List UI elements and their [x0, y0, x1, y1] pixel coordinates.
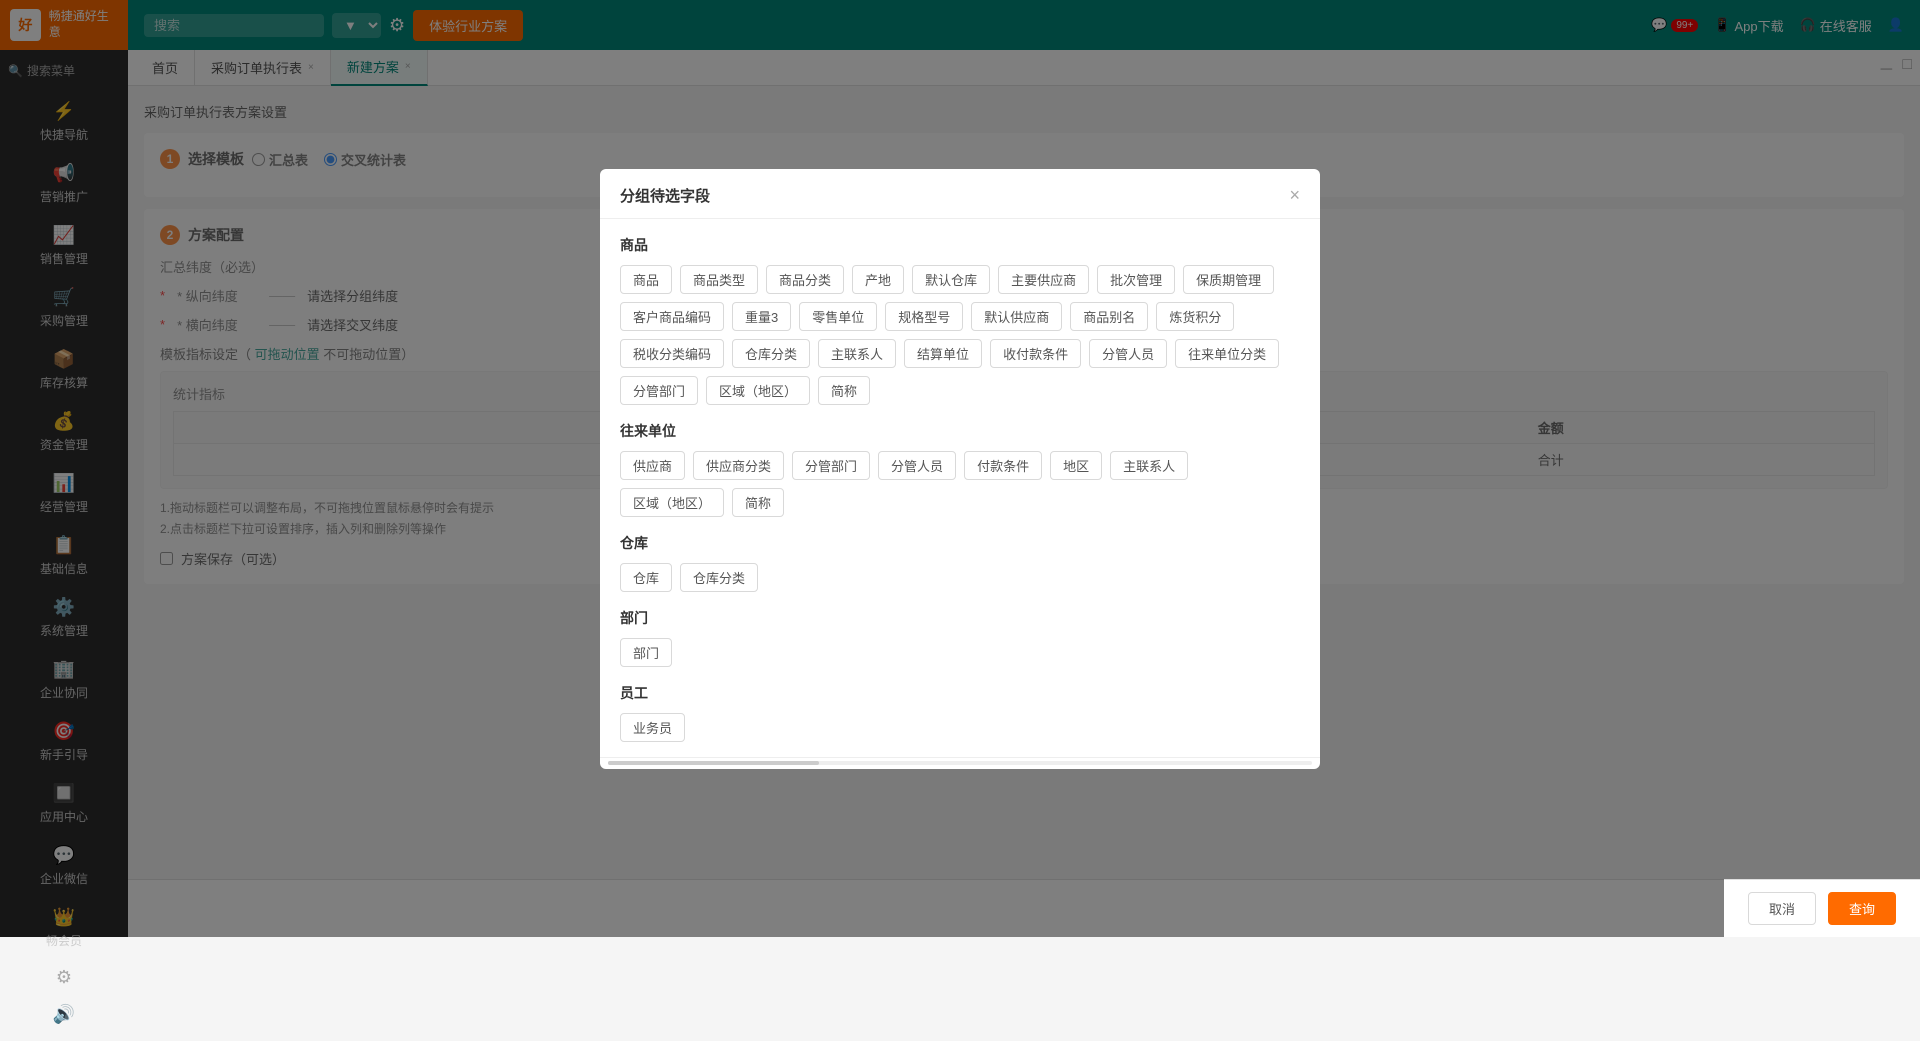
field-tag-商品[interactable]: 商品	[620, 265, 672, 294]
field-tag-区域（地区）[interactable]: 区域（地区）	[620, 488, 724, 517]
bottom-cancel-btn[interactable]: 取消	[1748, 892, 1816, 925]
group-title-goods: 商品	[620, 235, 1300, 255]
field-tag-产地[interactable]: 产地	[852, 265, 904, 294]
field-tag-炼货积分[interactable]: 炼货积分	[1156, 302, 1234, 331]
field-tag-结算单位[interactable]: 结算单位	[904, 339, 982, 368]
modal-overlay: 分组待选字段 × 商品商品商品类型商品分类产地默认仓库主要供应商批次管理保质期管…	[0, 0, 1920, 937]
sidebar-audio-btn[interactable]: 🔊	[0, 996, 128, 1033]
field-tag-简称[interactable]: 简称	[818, 376, 870, 405]
field-tag-分管部门[interactable]: 分管部门	[792, 451, 870, 480]
modal-title: 分组待选字段	[620, 185, 710, 206]
field-selection-modal: 分组待选字段 × 商品商品商品类型商品分类产地默认仓库主要供应商批次管理保质期管…	[600, 169, 1320, 769]
field-tag-规格型号[interactable]: 规格型号	[885, 302, 963, 331]
group-title-partners: 往来单位	[620, 421, 1300, 441]
field-tag-简称[interactable]: 简称	[732, 488, 784, 517]
field-tag-保质期管理[interactable]: 保质期管理	[1183, 265, 1274, 294]
field-tag-区域（地区）[interactable]: 区域（地区）	[706, 376, 810, 405]
field-tag-重量3[interactable]: 重量3	[732, 302, 791, 331]
sidebar-settings-btn[interactable]: ⚙	[0, 959, 128, 996]
field-tag-部门[interactable]: 部门	[620, 638, 672, 667]
field-tag-供应商[interactable]: 供应商	[620, 451, 685, 480]
field-tag-业务员[interactable]: 业务员	[620, 713, 685, 742]
modal-scroll-bottom	[600, 757, 1320, 769]
field-tags-warehouse: 仓库仓库分类	[620, 563, 1300, 592]
field-tag-付款条件[interactable]: 付款条件	[964, 451, 1042, 480]
field-tag-主联系人[interactable]: 主联系人	[1110, 451, 1188, 480]
group-title-warehouse: 仓库	[620, 533, 1300, 553]
group-title-employee: 员工	[620, 683, 1300, 703]
field-tag-往来单位分类[interactable]: 往来单位分类	[1175, 339, 1279, 368]
field-tag-默认供应商[interactable]: 默认供应商	[971, 302, 1062, 331]
modal-close-btn[interactable]: ×	[1289, 185, 1300, 206]
field-tags-employee: 业务员	[620, 713, 1300, 742]
modal-header: 分组待选字段 ×	[600, 169, 1320, 219]
field-tag-收付款条件[interactable]: 收付款条件	[990, 339, 1081, 368]
field-tag-仓库[interactable]: 仓库	[620, 563, 672, 592]
field-tag-税收分类编码[interactable]: 税收分类编码	[620, 339, 724, 368]
group-title-department: 部门	[620, 608, 1300, 628]
field-tag-商品别名[interactable]: 商品别名	[1070, 302, 1148, 331]
field-tag-仓库分类[interactable]: 仓库分类	[732, 339, 810, 368]
field-tag-主要供应商[interactable]: 主要供应商	[998, 265, 1089, 294]
sidebar-bottom: ⚙ 🔊	[0, 959, 128, 1041]
field-tag-零售单位[interactable]: 零售单位	[799, 302, 877, 331]
bottom-confirm-btn[interactable]: 查询	[1828, 892, 1896, 925]
field-tags-department: 部门	[620, 638, 1300, 667]
field-tag-供应商分类[interactable]: 供应商分类	[693, 451, 784, 480]
field-tags-partners: 供应商供应商分类分管部门分管人员付款条件地区主联系人区域（地区） 简称	[620, 451, 1300, 517]
field-tag-默认仓库[interactable]: 默认仓库	[912, 265, 990, 294]
field-tag-客户商品编码[interactable]: 客户商品编码	[620, 302, 724, 331]
bottom-action-bar: 取消 查询	[1724, 879, 1920, 937]
field-tag-地区[interactable]: 地区	[1050, 451, 1102, 480]
field-tag-主联系人[interactable]: 主联系人	[818, 339, 896, 368]
modal-body: 商品商品商品类型商品分类产地默认仓库主要供应商批次管理保质期管理客户商品编码重量…	[600, 219, 1320, 757]
field-tags-goods: 商品商品类型商品分类产地默认仓库主要供应商批次管理保质期管理客户商品编码重量3 零…	[620, 265, 1300, 405]
field-tag-批次管理[interactable]: 批次管理	[1097, 265, 1175, 294]
field-tag-商品类型[interactable]: 商品类型	[680, 265, 758, 294]
field-tag-分管人员[interactable]: 分管人员	[1089, 339, 1167, 368]
field-tag-分管部门[interactable]: 分管部门	[620, 376, 698, 405]
field-tag-分管人员[interactable]: 分管人员	[878, 451, 956, 480]
field-tag-仓库分类[interactable]: 仓库分类	[680, 563, 758, 592]
field-tag-商品分类[interactable]: 商品分类	[766, 265, 844, 294]
